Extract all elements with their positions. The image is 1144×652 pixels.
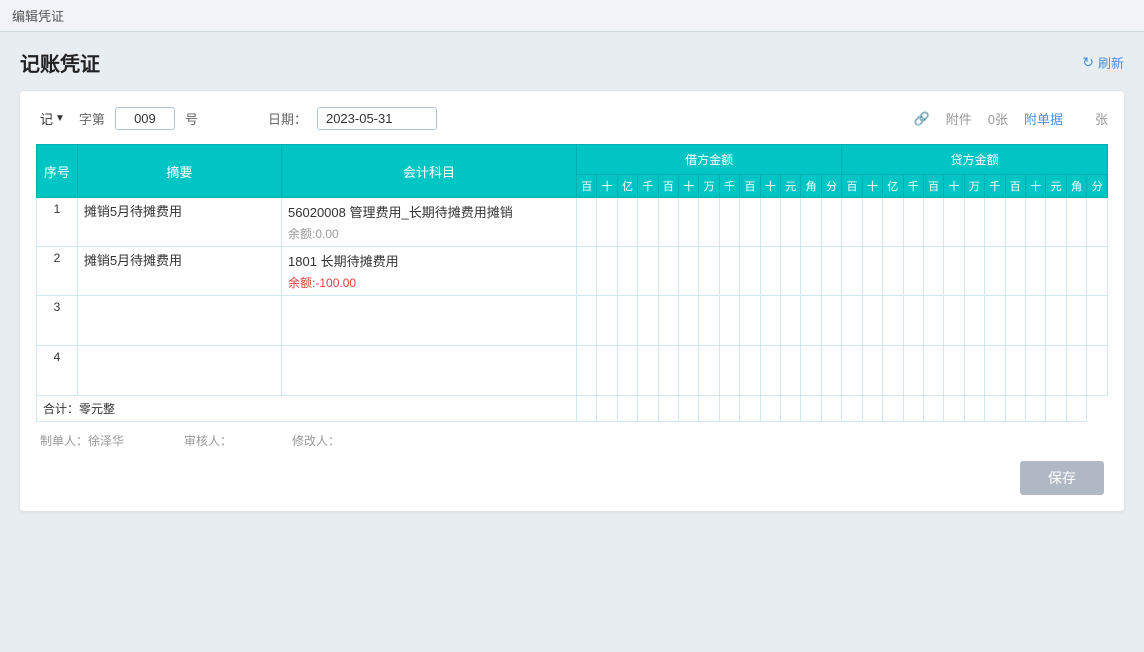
voucher-table: 序号 摘要 会计科目 借方金额 贷方金额 百 十 亿 千 百 十 万 千 百 十: [36, 144, 1108, 422]
total-row: 合计：零元整: [37, 396, 1108, 422]
refresh-icon: ↻: [1082, 54, 1094, 71]
voucher-type-label: 记: [40, 109, 53, 128]
debit-char-千2: 千: [719, 175, 739, 198]
debit-char-百3: 百: [740, 175, 760, 198]
credit-char-十2: 十: [944, 175, 964, 198]
credit-char-元: 元: [1046, 175, 1066, 198]
credit-char-百2: 百: [923, 175, 943, 198]
table-row: 1 摊销5月待摊费用 56020008 管理费用_长期待摊费用摊销 余额:0.0…: [37, 198, 1108, 247]
credit-char-十3: 十: [1025, 175, 1045, 198]
auditor-label: 审核人：: [184, 432, 232, 449]
credit-char-千2: 千: [985, 175, 1005, 198]
table-row: 4: [37, 346, 1108, 396]
debit-char-十3: 十: [760, 175, 780, 198]
th-summary: 摘要: [77, 145, 281, 198]
refresh-button[interactable]: ↻ 刷新: [1082, 53, 1124, 72]
row3-seq: 3: [37, 296, 78, 346]
credit-char-千: 千: [903, 175, 923, 198]
num-suffix: 号: [185, 109, 198, 128]
footer-row: 制单人：徐泽华 审核人： 修改人：: [36, 422, 1108, 453]
th-debit: 借方金额: [577, 145, 842, 175]
attach-count: 0张: [988, 109, 1008, 128]
row3-account[interactable]: [282, 296, 577, 346]
title-bar-text: 编辑凭证: [12, 9, 64, 24]
credit-char-分: 分: [1087, 175, 1108, 198]
credit-char-百3: 百: [1005, 175, 1025, 198]
modifier-label: 修改人：: [292, 432, 340, 449]
date-label: 日期：: [268, 109, 307, 128]
attach-single-link[interactable]: 附单据: [1024, 109, 1063, 128]
attach-label: 附件: [946, 109, 972, 128]
credit-char-百: 百: [842, 175, 862, 198]
debit-char-亿: 亿: [617, 175, 637, 198]
table-row: 3: [37, 296, 1108, 346]
debit-char-百: 百: [577, 175, 597, 198]
card: 记 ▼ 字第 号 日期： 🔗 附件 0张 附单据 张 序号 摘要: [20, 91, 1124, 511]
row1-account[interactable]: 56020008 管理费用_长期待摊费用摊销 余额:0.00: [282, 198, 577, 247]
table-row: 2 摊销5月待摊费用 1801 长期待摊费用 余额:-100.00: [37, 247, 1108, 296]
th-seq: 序号: [37, 145, 78, 198]
debit-char-千: 千: [638, 175, 658, 198]
page-title: 记账凭证: [20, 48, 100, 77]
form-row: 记 ▼ 字第 号 日期： 🔗 附件 0张 附单据 张: [36, 107, 1108, 130]
attach-icon: 🔗: [914, 111, 930, 127]
credit-char-万: 万: [964, 175, 984, 198]
row2-account[interactable]: 1801 长期待摊费用 余额:-100.00: [282, 247, 577, 296]
voucher-number-input[interactable]: [115, 107, 175, 130]
zi-label: 字第: [79, 109, 105, 128]
credit-char-角: 角: [1066, 175, 1086, 198]
th-credit: 贷方金额: [842, 145, 1108, 175]
row4-summary[interactable]: [77, 346, 281, 396]
debit-char-十: 十: [597, 175, 617, 198]
dropdown-icon: ▼: [55, 113, 65, 124]
debit-char-十2: 十: [679, 175, 699, 198]
credit-char-十: 十: [862, 175, 882, 198]
debit-char-百2: 百: [658, 175, 678, 198]
debit-char-元: 元: [781, 175, 801, 198]
row1-seq: 1: [37, 198, 78, 247]
title-bar: 编辑凭证: [0, 0, 1144, 32]
th-account: 会计科目: [282, 145, 577, 198]
footer-save-area: 保存: [36, 453, 1108, 495]
row4-seq: 4: [37, 346, 78, 396]
refresh-label: 刷新: [1098, 53, 1124, 72]
debit-char-分: 分: [821, 175, 841, 198]
voucher-type-button[interactable]: 记 ▼: [36, 107, 69, 130]
page-header: 记账凭证 ↻ 刷新: [20, 48, 1124, 77]
credit-char-亿: 亿: [883, 175, 903, 198]
row4-account[interactable]: [282, 346, 577, 396]
row2-seq: 2: [37, 247, 78, 296]
row2-summary[interactable]: 摊销5月待摊费用: [77, 247, 281, 296]
row3-summary[interactable]: [77, 296, 281, 346]
debit-char-万: 万: [699, 175, 719, 198]
attach-pages-label: 张: [1095, 109, 1108, 128]
maker-label: 制单人：徐泽华: [40, 432, 124, 449]
save-button[interactable]: 保存: [1020, 461, 1104, 495]
row1-summary[interactable]: 摊销5月待摊费用: [77, 198, 281, 247]
debit-char-角: 角: [801, 175, 821, 198]
main-container: 记账凭证 ↻ 刷新 记 ▼ 字第 号 日期： 🔗 附件 0张 附单据 张: [0, 32, 1144, 527]
attachments-area: 🔗 附件 0张 附单据 张: [914, 109, 1108, 128]
date-input[interactable]: [317, 107, 437, 130]
total-label: 合计：零元整: [37, 396, 577, 422]
